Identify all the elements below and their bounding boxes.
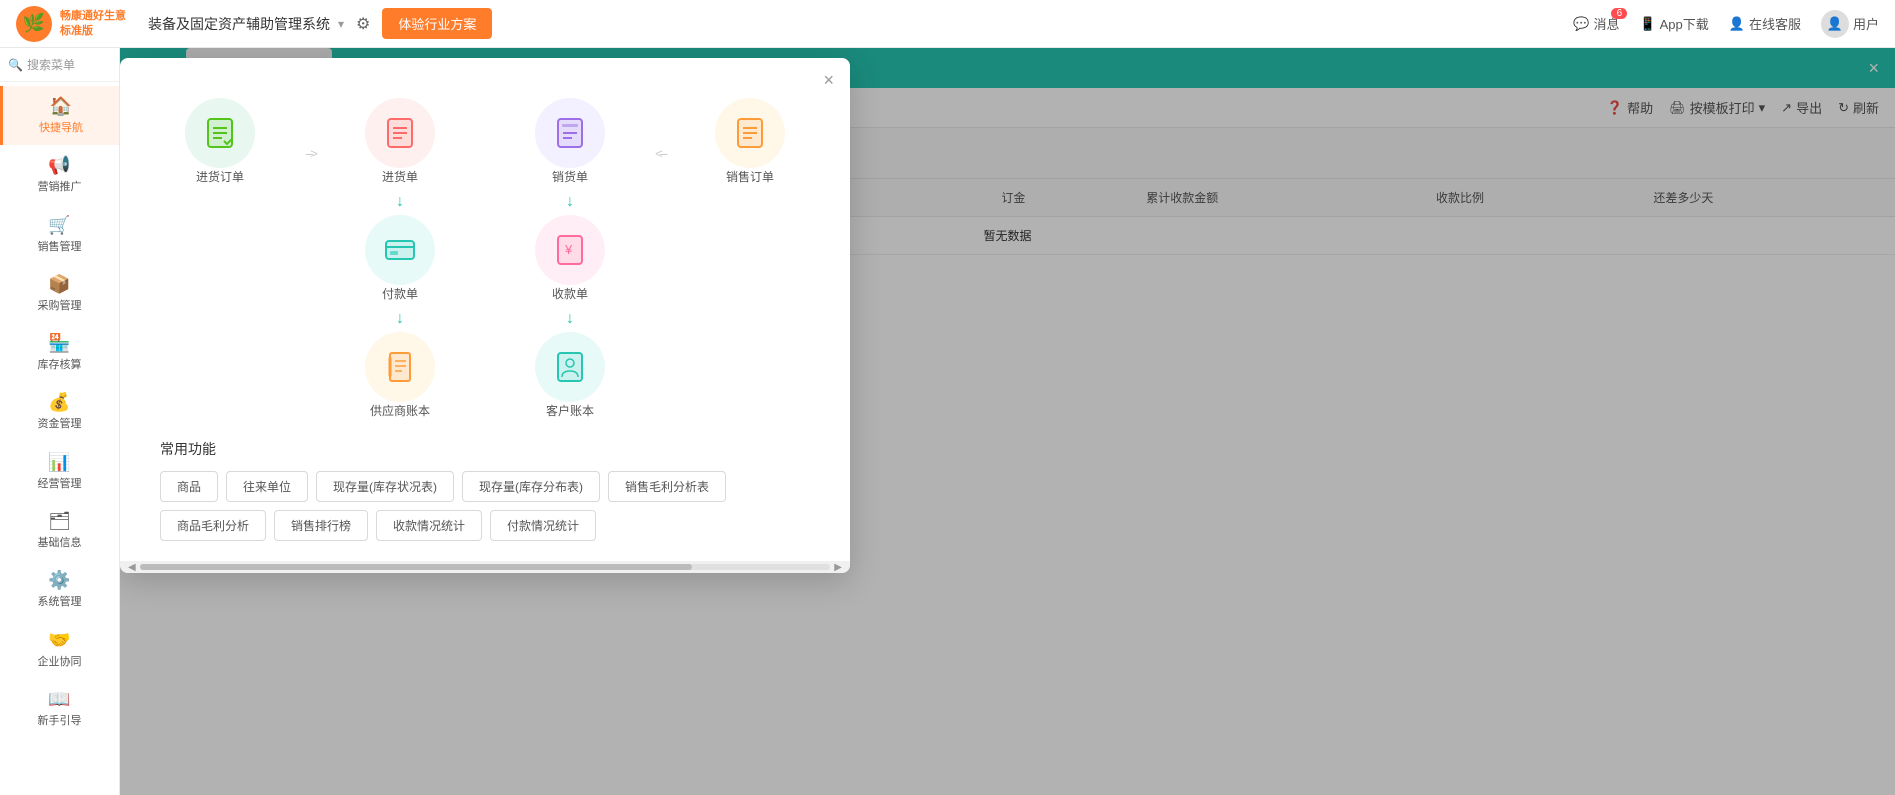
sidebar-item-label: 库存核算 <box>38 358 82 372</box>
trial-button[interactable]: 体验行业方案 <box>382 8 492 39</box>
sidebar-item-enterprise[interactable]: 🤝 企业协同 <box>0 620 119 679</box>
common-btn-payment-stats[interactable]: 付款情况统计 <box>490 510 596 541</box>
modal-scrollbar[interactable]: ◀ ▶ <box>120 561 850 573</box>
common-functions-section: 常用功能 商品 往来单位 现存量(库存状况表) 现存量(库存分布表) 销售毛利分… <box>120 439 850 561</box>
flow-item-receipt: ¥ 收款单 <box>510 215 630 302</box>
sidebar-item-label: 采购管理 <box>38 299 82 313</box>
avatar: 👤 <box>1821 10 1849 38</box>
app-download-button[interactable]: 📱 App下载 <box>1639 14 1708 33</box>
common-btn-stock-status[interactable]: 现存量(库存状况表) <box>316 471 454 502</box>
flow-item-customer-ledger: 客户账本 <box>510 332 630 419</box>
sidebar-item-sys-mgmt[interactable]: ⚙️ 系统管理 <box>0 560 119 619</box>
newbie-icon: 📖 <box>48 689 70 710</box>
sidebar-item-label: 基础信息 <box>38 536 82 550</box>
system-dropdown-icon[interactable]: ▾ <box>338 17 344 31</box>
download-icon: 📱 <box>1639 16 1655 32</box>
scrollbar-track <box>140 564 831 570</box>
arrow-sales-order-to-invoice: <- - - <box>630 146 690 185</box>
modal-overlay[interactable]: × 进货订单 <box>120 48 1895 795</box>
service-icon: 👤 <box>1729 16 1745 32</box>
flow-item-sales-invoice: 销货单 <box>510 98 630 185</box>
arrow-purchase-order-to-receipt: - - -> <box>280 146 340 185</box>
flow-section: 进货订单 - - -> 进货单 <box>120 58 850 439</box>
sidebar-item-label: 新手引导 <box>38 714 82 728</box>
online-service-button[interactable]: 👤 在线客服 <box>1729 14 1801 33</box>
scrollbar-right-arrow[interactable]: ▶ <box>830 562 846 573</box>
sidebar-item-marketing[interactable]: 📢 营销推广 <box>0 145 119 204</box>
sidebar-item-purchase[interactable]: 📦 采购管理 <box>0 264 119 323</box>
purchase-icon: 📦 <box>48 274 70 295</box>
sidebar-item-label: 销售管理 <box>38 240 82 254</box>
sidebar-item-operations[interactable]: 📊 经营管理 <box>0 442 119 501</box>
common-btn-counterpart[interactable]: 往来单位 <box>226 471 308 502</box>
finance-icon: 💰 <box>48 392 70 413</box>
common-functions-title: 常用功能 <box>160 439 810 459</box>
sidebar-item-newbie[interactable]: 📖 新手引导 <box>0 679 119 738</box>
settings-icon[interactable]: ⚙ <box>356 14 370 34</box>
flow-item-sales-order: 销售订单 <box>690 98 810 185</box>
sidebar-item-inventory[interactable]: 🏪 库存核算 <box>0 323 119 382</box>
arrow-down-receipt: ↓ <box>566 310 574 328</box>
common-btn-sales-rank[interactable]: 销售排行榜 <box>274 510 368 541</box>
operations-icon: 📊 <box>48 452 70 473</box>
common-btn-product[interactable]: 商品 <box>160 471 218 502</box>
flow-item-purchase-order: 进货订单 <box>160 98 280 185</box>
sidebar-item-base-info[interactable]: 🗂 基础信息 <box>0 501 119 560</box>
user-menu[interactable]: 👤 用户 <box>1821 10 1879 38</box>
arrow-down-purchase: ↓ <box>396 193 404 211</box>
sidebar-item-quick-nav[interactable]: 🏠 快捷导航 <box>0 86 119 145</box>
sidebar-item-finance[interactable]: 💰 资金管理 <box>0 382 119 441</box>
arrow-down-sales: ↓ <box>566 193 574 211</box>
svg-text:¥: ¥ <box>564 242 573 257</box>
message-button[interactable]: 💬 消息 6 <box>1573 14 1619 33</box>
enterprise-icon: 🤝 <box>48 630 70 651</box>
flow-item-supplier-ledger: 供应商账本 <box>340 332 460 419</box>
quick-nav-icon: 🏠 <box>50 96 72 117</box>
sidebar-item-label: 经营管理 <box>38 477 82 491</box>
sidebar-search[interactable]: 🔍 搜索菜单 <box>0 48 119 82</box>
logo-icon: 🌿 <box>16 6 52 42</box>
modal: × 进货订单 <box>120 58 850 573</box>
common-btn-product-profit[interactable]: 商品毛利分析 <box>160 510 266 541</box>
sales-icon: 🛒 <box>48 215 70 236</box>
logo: 🌿 畅康通好生意 标准版 <box>16 6 136 42</box>
sidebar-item-label: 企业协同 <box>38 655 82 669</box>
common-btn-receipt-stats[interactable]: 收款情况统计 <box>376 510 482 541</box>
sidebar-item-label: 系统管理 <box>38 595 82 609</box>
system-title: 装备及固定资产辅助管理系统 <box>148 14 330 34</box>
purchase-order-icon <box>185 98 255 168</box>
scrollbar-left-arrow[interactable]: ◀ <box>124 562 140 573</box>
modal-close-icon[interactable]: × <box>823 70 834 91</box>
common-functions-grid: 商品 往来单位 现存量(库存状况表) 现存量(库存分布表) 销售毛利分析表 商品… <box>160 471 810 541</box>
sidebar-item-label: 资金管理 <box>38 417 82 431</box>
sidebar-nav: 🏠 快捷导航 📢 营销推广 🛒 销售管理 📦 采购管理 🏪 库存核 <box>0 82 119 742</box>
message-badge: 6 <box>1611 8 1627 19</box>
flow-item-payment: 付款单 <box>340 215 460 302</box>
logo-text: 畅康通好生意 标准版 <box>60 9 126 38</box>
common-btn-sales-profit[interactable]: 销售毛利分析表 <box>608 471 726 502</box>
search-icon: 🔍 <box>8 58 23 72</box>
sales-order-icon <box>715 98 785 168</box>
flow-item-purchase-receipt: 进货单 <box>340 98 460 185</box>
inventory-icon: 🏪 <box>48 333 70 354</box>
sidebar-item-sales[interactable]: 🛒 销售管理 <box>0 205 119 264</box>
message-icon: 💬 <box>1573 16 1589 32</box>
arrow-down-payment: ↓ <box>396 310 404 328</box>
marketing-icon: 📢 <box>48 155 70 176</box>
common-btn-stock-dist[interactable]: 现存量(库存分布表) <box>462 471 600 502</box>
sidebar-item-label: 营销推广 <box>38 180 82 194</box>
sales-invoice-icon <box>535 98 605 168</box>
purchase-receipt-icon <box>365 98 435 168</box>
scrollbar-thumb <box>140 564 692 570</box>
base-info-icon: 🗂 <box>48 511 71 532</box>
sidebar-item-label: 快捷导航 <box>39 121 83 135</box>
sys-mgmt-icon: ⚙️ <box>48 570 70 591</box>
